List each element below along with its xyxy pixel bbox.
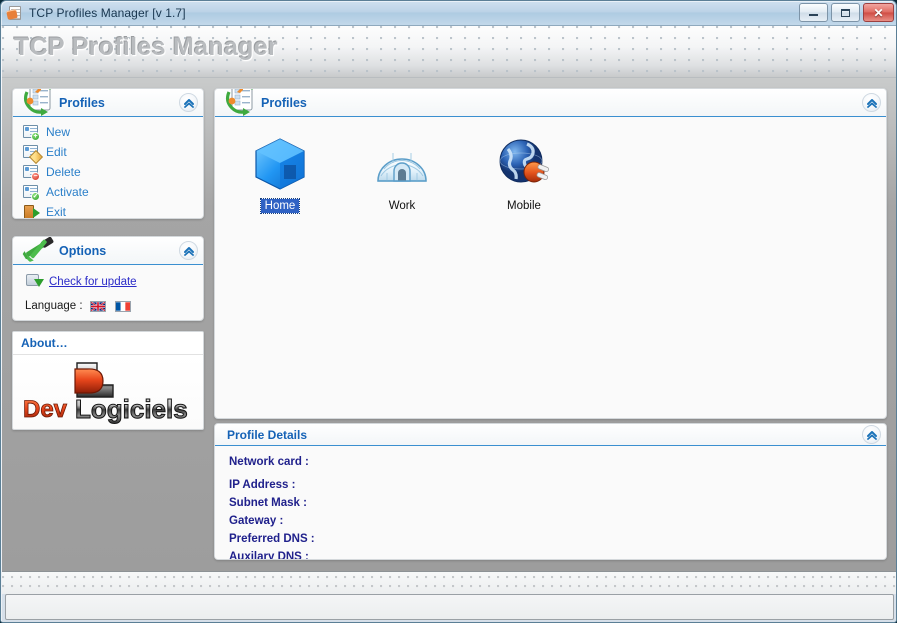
sidebar-item-edit[interactable]: Edit	[23, 142, 203, 165]
detail-row-preferred-dns: Preferred DNS :	[229, 533, 315, 545]
detail-row-network-card: Network card :	[229, 456, 309, 468]
profiles-icon-grid: Home Work Mobile	[215, 117, 886, 214]
sidebar-item-delete[interactable]: − Delete	[23, 162, 203, 182]
minimize-icon	[809, 14, 818, 16]
window-title: TCP Profiles Manager [v 1.7]	[29, 6, 186, 20]
maximize-icon	[841, 8, 850, 17]
profile-item-home[interactable]: Home	[237, 135, 323, 214]
main-profiles-collapse-button[interactable]	[862, 93, 881, 112]
close-icon: ✕	[873, 5, 884, 20]
maximize-button[interactable]	[831, 3, 860, 22]
dev-logiciels-logo: Dev Logiciels	[13, 354, 203, 428]
download-icon	[25, 274, 44, 290]
sidebar-profiles-title: Profiles	[59, 95, 105, 110]
house-cube-icon	[250, 135, 310, 193]
language-row: Language :	[25, 300, 203, 312]
sidebar-item-exit[interactable]: Exit	[23, 202, 203, 219]
profile-details-title: Profile Details	[227, 427, 308, 442]
sidebar-item-label: New	[46, 125, 71, 139]
svg-text:Dev: Dev	[23, 396, 68, 423]
wrench-screwdriver-icon	[21, 237, 57, 265]
flag-uk-icon[interactable]	[89, 300, 106, 312]
sidebar-item-label: Exit	[46, 205, 67, 219]
flag-france-icon[interactable]	[114, 300, 131, 312]
globe-plug-icon	[494, 135, 554, 193]
about-header: About…	[13, 332, 203, 354]
profiles-document-icon	[223, 89, 259, 117]
sidebar-options-panel: Options Check for update Language :	[12, 236, 204, 321]
card-check-icon: ✓	[23, 184, 40, 201]
main-profiles-header: Profiles	[215, 89, 886, 117]
sidebar-item-new[interactable]: + New	[23, 122, 203, 142]
chevron-double-up-icon	[866, 430, 877, 440]
sidebar-profiles-menu: + New Edit − Delete ✓ Activate Exit	[13, 117, 203, 219]
profile-details-body: Network card : IP Address : Subnet Mask …	[215, 446, 886, 560]
sidebar-profiles-header: Profiles	[13, 89, 203, 117]
sidebar-profiles-panel: Profiles + New Edit − Delete ✓ Activate …	[12, 88, 204, 219]
sidebar-profiles-collapse-button[interactable]	[179, 93, 198, 112]
window-controls: ✕	[799, 3, 894, 22]
chevron-double-up-icon	[183, 246, 194, 256]
main-profiles-title: Profiles	[261, 95, 307, 110]
door-exit-icon	[23, 204, 40, 218]
sidebar-item-label: Edit	[46, 145, 67, 159]
bottom-strip	[2, 571, 896, 594]
title-bar: TCP Profiles Manager [v 1.7] ✕	[1, 1, 896, 26]
profiles-document-icon	[21, 89, 57, 117]
profile-item-work[interactable]: Work	[359, 135, 445, 213]
profile-item-label: Mobile	[507, 200, 541, 212]
detail-row-auxilary-dns: Auxilary DNS :	[229, 551, 309, 560]
profiles-document-icon	[6, 5, 23, 21]
svg-text:Logiciels: Logiciels	[75, 394, 188, 424]
status-text	[6, 595, 893, 600]
check-for-update-link[interactable]: Check for update	[49, 276, 137, 288]
work-area: Profiles + New Edit − Delete ✓ Activate …	[2, 78, 896, 571]
close-button[interactable]: ✕	[863, 3, 894, 22]
profile-details-panel: Profile Details Network card : IP Addres…	[214, 423, 887, 560]
minimize-button[interactable]	[799, 3, 828, 22]
card-delete-icon: −	[23, 164, 40, 181]
language-label: Language :	[25, 300, 83, 312]
profile-details-collapse-button[interactable]	[862, 425, 881, 444]
sidebar-item-activate[interactable]: ✓ Activate	[23, 182, 203, 202]
detail-row-subnet-mask: Subnet Mask :	[229, 497, 307, 509]
detail-row-ip-address: IP Address :	[229, 479, 296, 491]
chevron-double-up-icon	[866, 98, 877, 108]
profile-item-label: Work	[388, 200, 416, 212]
status-bar	[5, 594, 894, 620]
sidebar-options-header: Options	[13, 237, 203, 265]
profile-item-mobile[interactable]: Mobile	[481, 135, 567, 213]
sidebar-options-body: Check for update Language :	[13, 265, 203, 312]
detail-row-gateway: Gateway :	[229, 515, 284, 527]
profile-details-header: Profile Details	[215, 424, 886, 446]
main-profiles-panel: Profiles Home Work Mobile	[214, 88, 887, 419]
chevron-double-up-icon	[183, 98, 194, 108]
banner-title: TCP Profiles Manager	[14, 33, 278, 61]
sidebar-options-collapse-button[interactable]	[179, 241, 198, 260]
sidebar-item-label: Delete	[46, 165, 81, 179]
card-add-icon: +	[23, 124, 40, 141]
about-panel: About… Dev Logiciels	[12, 331, 204, 430]
sidebar-options-title: Options	[59, 243, 107, 258]
card-edit-icon	[23, 144, 44, 165]
igloo-icon	[372, 135, 432, 193]
sidebar-item-label: Activate	[46, 185, 89, 199]
app-banner: TCP Profiles Manager	[2, 26, 896, 78]
profile-item-label: Home	[259, 198, 301, 214]
check-for-update-row[interactable]: Check for update	[25, 274, 203, 290]
app-window: TCP Profiles Manager [v 1.7] ✕ TCP Profi…	[0, 0, 897, 623]
about-title: About…	[21, 336, 68, 350]
